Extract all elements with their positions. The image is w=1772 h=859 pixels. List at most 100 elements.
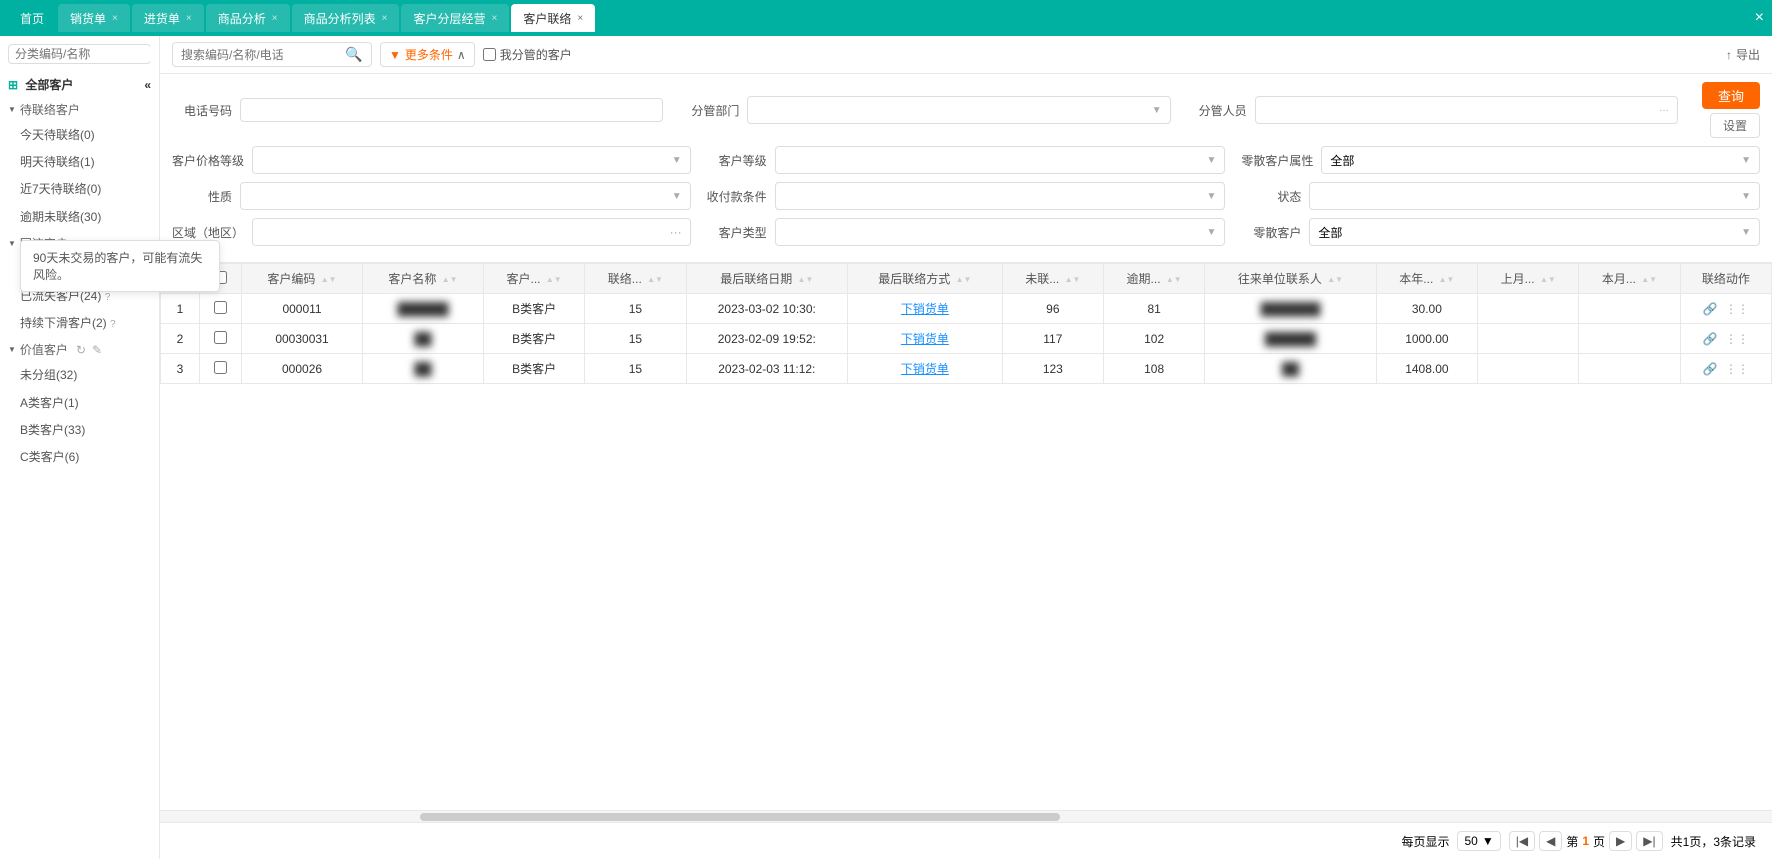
tab-analysis-list-close[interactable]: × (382, 13, 388, 24)
next-page-btn[interactable]: ▶ (1609, 831, 1632, 851)
area-more-icon[interactable]: ··· (670, 225, 682, 239)
sidebar-item-c-class[interactable]: C类客户(6) (0, 444, 159, 471)
th-last-date[interactable]: 最后联络日期 ▲▼ (686, 264, 848, 294)
row-checkbox-2[interactable] (214, 361, 227, 374)
row-checkbox-1[interactable] (214, 331, 227, 344)
sort-date-icon[interactable]: ▲▼ (798, 276, 814, 284)
action-link-icon[interactable]: 🔗 (1703, 332, 1718, 346)
sort-name-icon[interactable]: ▲▼ (442, 276, 458, 284)
sort-type-icon[interactable]: ▲▼ (546, 276, 562, 284)
action-more-icon[interactable]: ⋮⋮ (1725, 362, 1749, 376)
setting-button[interactable]: 设置 (1710, 113, 1760, 138)
action-more-icon[interactable]: ⋮⋮ (1725, 332, 1749, 346)
sidebar-item-a-class[interactable]: A类客户(1) (0, 390, 159, 417)
action-link-icon[interactable]: 🔗 (1703, 302, 1718, 316)
tab-customer-level[interactable]: 客户分层经营 × (401, 4, 509, 32)
export-btn[interactable]: ↑ 导出 (1726, 46, 1760, 63)
sidebar-collapse-icon[interactable]: « (144, 78, 151, 92)
h-scrollbar[interactable] (160, 810, 1772, 822)
sidebar-item-b-class[interactable]: B类客户(33) (0, 417, 159, 444)
sort-tmonth-icon[interactable]: ▲▼ (1641, 276, 1657, 284)
tab-customer-link-close[interactable]: × (577, 13, 583, 24)
action-link-icon[interactable]: 🔗 (1703, 362, 1718, 376)
sort-contact-icon[interactable]: ▲▼ (647, 276, 663, 284)
search-icon[interactable]: 🔍 (345, 46, 362, 63)
sidebar-item-declining[interactable]: 持续下滑客户(2) ? (0, 310, 159, 337)
gender-select[interactable]: ▼ (240, 182, 691, 210)
th-contact[interactable]: 联络... ▲▼ (585, 264, 686, 294)
sidebar-item-7days[interactable]: 近7天待联络(0) (0, 176, 159, 203)
first-page-btn[interactable]: |◀ (1509, 831, 1535, 851)
customer-grade-select[interactable]: ▼ (775, 146, 1226, 174)
tab-sales-close[interactable]: × (112, 13, 118, 24)
sidebar-search-input[interactable] (15, 47, 160, 61)
th-last-way[interactable]: 最后联络方式 ▲▼ (848, 264, 1003, 294)
query-button[interactable]: 查询 (1702, 82, 1760, 109)
cell-action[interactable]: 🔗 ⋮⋮ (1680, 324, 1771, 354)
sidebar-item-overdue[interactable]: 逾期未联络(30) (0, 204, 159, 231)
tab-home[interactable]: 首页 (8, 4, 56, 32)
payment-select[interactable]: ▼ (775, 182, 1226, 210)
prev-page-btn[interactable]: ◀ (1539, 831, 1562, 851)
tab-sales[interactable]: 销货单 × (58, 4, 130, 32)
sidebar-item-today[interactable]: 今天待联络(0) (0, 122, 159, 149)
customer-type-select[interactable]: ▼ (775, 218, 1226, 246)
retail-attr-select[interactable]: 全部 ▼ (1321, 146, 1760, 174)
th-type[interactable]: 客户... ▲▼ (483, 264, 584, 294)
person-select[interactable]: ··· (1255, 96, 1678, 124)
search-input[interactable] (181, 48, 341, 62)
th-code[interactable]: 客户编码 ▲▼ (242, 264, 363, 294)
sort-code-icon[interactable]: ▲▼ (321, 276, 337, 284)
close-all-tabs[interactable]: × (1755, 9, 1764, 27)
sort-not-icon[interactable]: ▲▼ (1065, 276, 1081, 284)
tab-purchase[interactable]: 进货单 × (132, 4, 204, 32)
edit-icon[interactable]: ✎ (92, 343, 102, 357)
dept-select[interactable]: ▼ (747, 96, 1170, 124)
refresh-icon[interactable]: ↻ (76, 343, 86, 357)
more-filter-btn[interactable]: ▼ 更多条件 ∧ (380, 42, 475, 67)
tab-purchase-close[interactable]: × (186, 13, 192, 24)
sort-unit-icon[interactable]: ▲▼ (1327, 276, 1343, 284)
tab-analysis-close[interactable]: × (272, 13, 278, 24)
sidebar-group-value[interactable]: ▼ 价值客户 ↻ ✎ (0, 337, 159, 362)
th-name[interactable]: 客户名称 ▲▼ (363, 264, 484, 294)
action-more-icon[interactable]: ⋮⋮ (1725, 302, 1749, 316)
my-customers-checkbox[interactable] (483, 48, 496, 61)
cell-check[interactable] (199, 294, 241, 324)
tab-customer-link[interactable]: 客户联络 × (511, 4, 595, 32)
row-checkbox-0[interactable] (214, 301, 227, 314)
cell-last-way[interactable]: 下销货单 (848, 294, 1003, 324)
sidebar-item-ungrouped[interactable]: 未分组(32) (0, 362, 159, 389)
th-unit-contact[interactable]: 往来单位联系人 ▲▼ (1205, 264, 1376, 294)
search-box[interactable]: 🔍 (172, 42, 372, 67)
retail-select[interactable]: 全部 ▼ (1309, 218, 1760, 246)
tab-analysis[interactable]: 商品分析 × (206, 4, 290, 32)
h-scroll-thumb[interactable] (420, 813, 1060, 821)
sidebar-search-box[interactable]: 🔍 (8, 44, 151, 64)
sort-year-icon[interactable]: ▲▼ (1439, 276, 1455, 284)
tab-analysis-list[interactable]: 商品分析列表 × (292, 4, 400, 32)
th-this-month[interactable]: 本月... ▲▼ (1579, 264, 1680, 294)
price-grade-select[interactable]: ▼ (252, 146, 691, 174)
sidebar-all-customers[interactable]: ⊞ 全部客户 « (0, 72, 159, 97)
cell-check[interactable] (199, 354, 241, 384)
phone-input[interactable] (240, 98, 663, 122)
status-select[interactable]: ▼ (1309, 182, 1760, 210)
th-overdue[interactable]: 逾期... ▲▼ (1103, 264, 1204, 294)
sidebar-group-pending[interactable]: ▼ 待联络客户 (0, 97, 159, 122)
sidebar-item-tomorrow[interactable]: 明天待联络(1) (0, 149, 159, 176)
page-size-select[interactable]: 50 ▼ (1457, 831, 1500, 851)
th-last-month[interactable]: 上月... ▲▼ (1478, 264, 1579, 294)
cell-action[interactable]: 🔗 ⋮⋮ (1680, 354, 1771, 384)
th-this-year[interactable]: 本年... ▲▼ (1376, 264, 1477, 294)
sort-way-icon[interactable]: ▲▼ (956, 276, 972, 284)
cell-last-way[interactable]: 下销货单 (848, 324, 1003, 354)
sort-overdue-icon[interactable]: ▲▼ (1166, 276, 1182, 284)
cell-check[interactable] (199, 324, 241, 354)
th-not-contact[interactable]: 未联... ▲▼ (1002, 264, 1103, 294)
cell-last-way[interactable]: 下销货单 (848, 354, 1003, 384)
tab-customer-level-close[interactable]: × (491, 13, 497, 24)
my-customers-checkbox-label[interactable]: 我分管的客户 (483, 46, 572, 63)
cell-action[interactable]: 🔗 ⋮⋮ (1680, 294, 1771, 324)
last-page-btn[interactable]: ▶| (1636, 831, 1662, 851)
